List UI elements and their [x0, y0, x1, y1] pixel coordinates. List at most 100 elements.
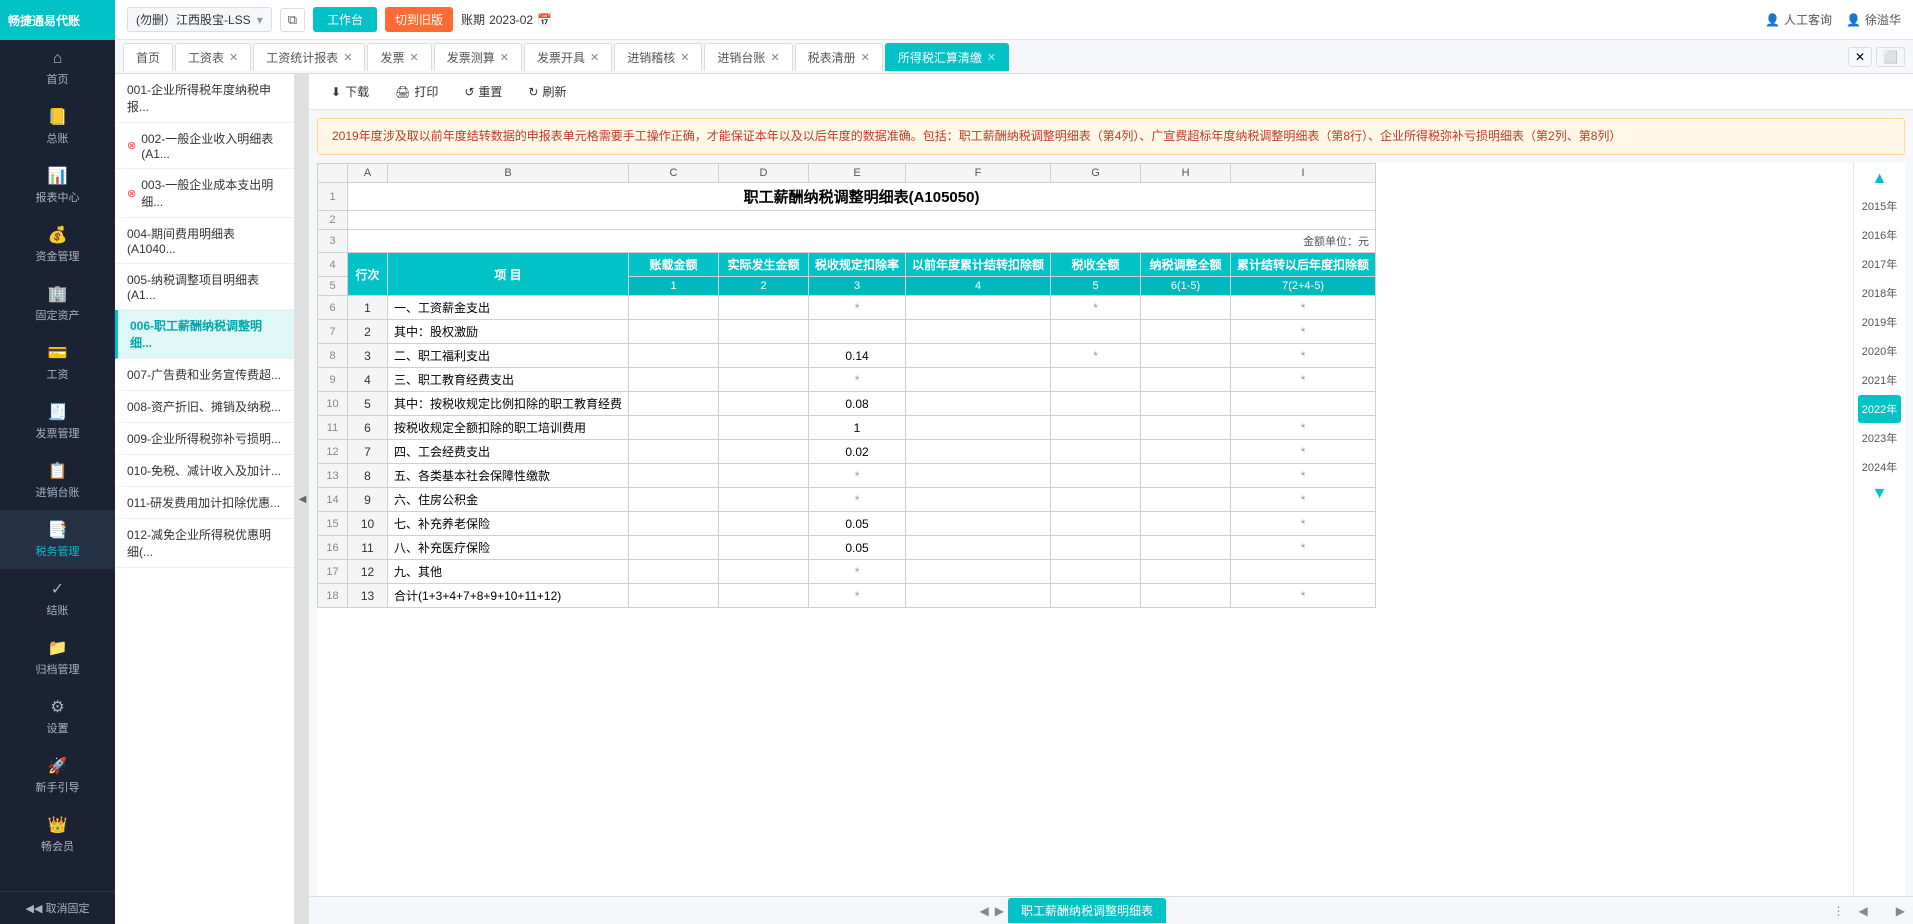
left-panel-item-009[interactable]: 009-企业所得税弥补亏损明...: [115, 423, 294, 455]
left-panel-item-002[interactable]: ⊗002-一般企业收入明细表(A1...: [115, 123, 294, 169]
tab-close-9[interactable]: ✕: [987, 51, 996, 64]
row-g-9[interactable]: [1051, 512, 1141, 536]
row-e-12[interactable]: *: [809, 584, 906, 608]
row-h-10[interactable]: [1141, 536, 1231, 560]
sidebar-item-sales-ledger[interactable]: 📋进销台账: [0, 451, 115, 510]
row-i-12[interactable]: *: [1231, 584, 1376, 608]
left-panel-item-003[interactable]: ⊗003-一般企业成本支出明细...: [115, 169, 294, 218]
year-btn-2023[interactable]: 2023年: [1858, 424, 1901, 452]
sheet-scroll-right2[interactable]: ▶: [1896, 904, 1905, 918]
tab-close-3[interactable]: ✕: [410, 51, 419, 64]
copy-icon-btn[interactable]: ⧉: [280, 8, 305, 32]
row-f-0[interactable]: [906, 296, 1051, 320]
row-h-0[interactable]: [1141, 296, 1231, 320]
row-h-1[interactable]: [1141, 320, 1231, 344]
close-tab-btn[interactable]: ✕: [1848, 47, 1872, 67]
sidebar-item-tax-mgmt[interactable]: 📑税务管理: [0, 510, 115, 569]
row-e-7[interactable]: *: [809, 464, 906, 488]
cancel-fixed-btn[interactable]: ◀◀ 取消固定: [0, 891, 115, 924]
row-i-0[interactable]: *: [1231, 296, 1376, 320]
sidebar-item-fixed-asset[interactable]: 🏢固定资产: [0, 274, 115, 333]
left-panel-item-007[interactable]: 007-广告费和业务宣传费超...: [115, 359, 294, 391]
tab-2[interactable]: 工资统计报表✕: [253, 43, 365, 71]
row-h-11[interactable]: [1141, 560, 1231, 584]
row-d-0[interactable]: [719, 296, 809, 320]
row-f-7[interactable]: [906, 464, 1051, 488]
sheet-scroll-right[interactable]: ▶: [995, 904, 1004, 918]
row-f-11[interactable]: [906, 560, 1051, 584]
sidebar-item-payroll[interactable]: 💳工资: [0, 333, 115, 392]
row-f-2[interactable]: [906, 344, 1051, 368]
year-btn-2015[interactable]: 2015年: [1858, 192, 1901, 220]
row-e-2[interactable]: 0.14: [809, 344, 906, 368]
left-panel-item-001[interactable]: 001-企业所得税年度纳税申报...: [115, 74, 294, 123]
user-profile[interactable]: 👤 徐溢华: [1846, 11, 1901, 28]
row-g-5[interactable]: [1051, 416, 1141, 440]
sidebar-item-asset-mgmt[interactable]: 💰资金管理: [0, 215, 115, 274]
left-panel-item-008[interactable]: 008-资产折旧、摊销及纳税...: [115, 391, 294, 423]
row-e-1[interactable]: [809, 320, 906, 344]
row-g-7[interactable]: [1051, 464, 1141, 488]
maximize-tab-btn[interactable]: ⬜: [1876, 47, 1905, 67]
tab-6[interactable]: 进销稽核✕: [614, 43, 702, 71]
row-g-6[interactable]: [1051, 440, 1141, 464]
row-e-11[interactable]: *: [809, 560, 906, 584]
year-btn-2018[interactable]: 2018年: [1858, 279, 1901, 307]
tab-close-8[interactable]: ✕: [861, 51, 870, 64]
row-d-12[interactable]: [719, 584, 809, 608]
row-e-4[interactable]: 0.08: [809, 392, 906, 416]
history-btn[interactable]: 切到旧版: [385, 7, 453, 32]
row-d-10[interactable]: [719, 536, 809, 560]
row-d-4[interactable]: [719, 392, 809, 416]
sheet-scroll-left[interactable]: ◀: [980, 904, 989, 918]
row-e-5[interactable]: 1: [809, 416, 906, 440]
year-btn-2019[interactable]: 2019年: [1858, 308, 1901, 336]
row-g-8[interactable]: [1051, 488, 1141, 512]
tab-3[interactable]: 发票✕: [367, 43, 431, 71]
row-i-11[interactable]: [1231, 560, 1376, 584]
row-f-10[interactable]: [906, 536, 1051, 560]
sidebar-item-home[interactable]: ⌂首页: [0, 40, 115, 97]
row-e-9[interactable]: 0.05: [809, 512, 906, 536]
row-f-12[interactable]: [906, 584, 1051, 608]
row-c-5[interactable]: [629, 416, 719, 440]
row-f-6[interactable]: [906, 440, 1051, 464]
row-h-9[interactable]: [1141, 512, 1231, 536]
row-i-2[interactable]: *: [1231, 344, 1376, 368]
left-panel-item-011[interactable]: 011-研发费用加计扣除优惠...: [115, 487, 294, 519]
sheet-menu-icon[interactable]: ⋮: [1833, 904, 1845, 918]
row-f-8[interactable]: [906, 488, 1051, 512]
left-panel-item-006[interactable]: 006-职工薪酬纳税调整明细...: [115, 310, 294, 359]
tab-5[interactable]: 发票开具✕: [524, 43, 612, 71]
row-i-9[interactable]: *: [1231, 512, 1376, 536]
row-e-6[interactable]: 0.02: [809, 440, 906, 464]
row-h-5[interactable]: [1141, 416, 1231, 440]
row-i-4[interactable]: [1231, 392, 1376, 416]
row-f-1[interactable]: [906, 320, 1051, 344]
tab-4[interactable]: 发票测算✕: [434, 43, 522, 71]
sidebar-item-guide[interactable]: 🚀新手引导: [0, 746, 115, 805]
tab-close-6[interactable]: ✕: [680, 51, 689, 64]
workbench-btn[interactable]: 工作台: [313, 7, 377, 32]
tab-0[interactable]: 首页: [123, 43, 173, 71]
row-d-1[interactable]: [719, 320, 809, 344]
tab-close-5[interactable]: ✕: [590, 51, 599, 64]
row-f-5[interactable]: [906, 416, 1051, 440]
row-h-6[interactable]: [1141, 440, 1231, 464]
row-h-4[interactable]: [1141, 392, 1231, 416]
row-c-9[interactable]: [629, 512, 719, 536]
year-btn-2016[interactable]: 2016年: [1858, 221, 1901, 249]
row-c-6[interactable]: [629, 440, 719, 464]
row-e-8[interactable]: *: [809, 488, 906, 512]
tab-close-4[interactable]: ✕: [500, 51, 509, 64]
row-c-4[interactable]: [629, 392, 719, 416]
left-panel-item-004[interactable]: 004-期间费用明细表(A1040...: [115, 218, 294, 264]
row-g-12[interactable]: [1051, 584, 1141, 608]
row-f-4[interactable]: [906, 392, 1051, 416]
reset-btn[interactable]: ↺ 重置: [456, 80, 510, 103]
spreadsheet-scroll-area[interactable]: A B C D E F G H I 1: [317, 163, 1853, 896]
tab-9[interactable]: 所得税汇算清缴✕: [885, 43, 1009, 71]
row-g-0[interactable]: *: [1051, 296, 1141, 320]
row-h-2[interactable]: [1141, 344, 1231, 368]
row-i-6[interactable]: *: [1231, 440, 1376, 464]
